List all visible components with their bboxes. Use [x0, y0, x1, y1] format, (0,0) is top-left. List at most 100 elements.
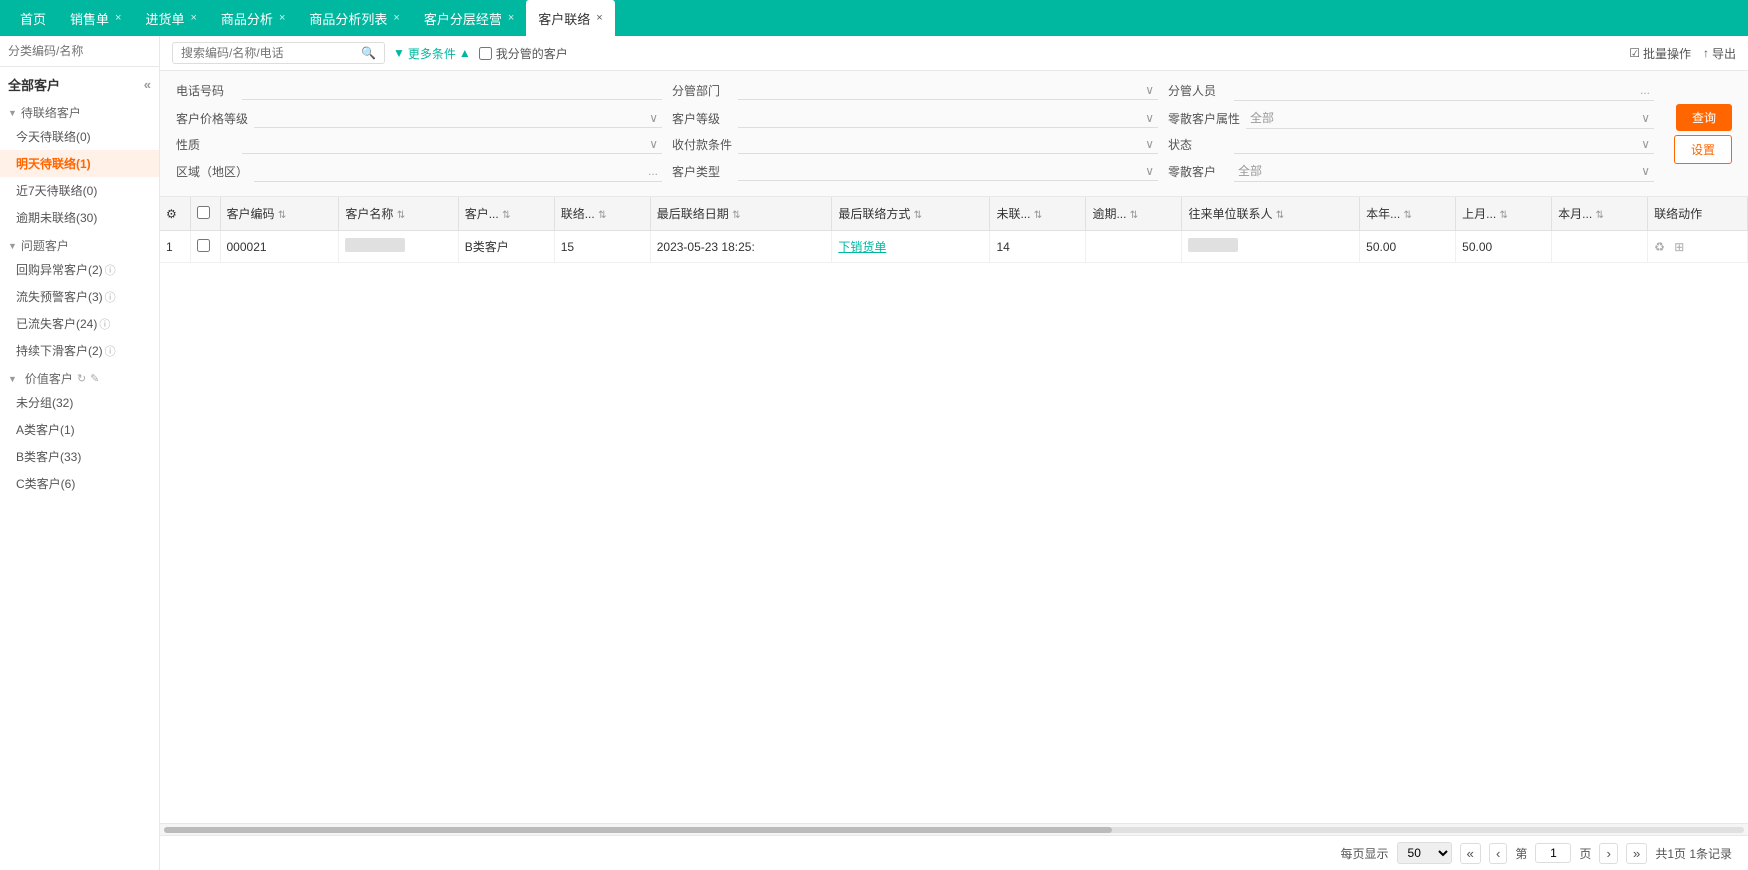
sort-year-icon[interactable]: ⇅: [1404, 210, 1412, 221]
sort-name-icon[interactable]: ⇅: [397, 210, 405, 221]
filter-payment: 收付款条件 ∨: [672, 135, 1168, 154]
search-input[interactable]: [181, 46, 361, 60]
sidebar-item-churned[interactable]: 已流失客户(24) ⓘ: [0, 310, 159, 337]
sort-type-icon[interactable]: ⇅: [502, 210, 510, 221]
batch-icon: ☑: [1629, 46, 1640, 60]
group-value-customers: 价值客户 ↻ ✎: [0, 364, 159, 389]
sidebar-item-ungrouped[interactable]: 未分组(32): [0, 389, 159, 416]
sort-unit-icon[interactable]: ⇅: [1276, 210, 1284, 221]
filter-region-select[interactable]: ...: [254, 160, 662, 182]
page-label: 第: [1515, 845, 1527, 862]
edit-icon[interactable]: ✎: [90, 372, 99, 385]
filter-price-level-select[interactable]: ∨: [254, 109, 662, 128]
settings-button[interactable]: 设置: [1674, 135, 1732, 164]
nav-home[interactable]: 首页: [8, 0, 58, 36]
export-button[interactable]: ↑ 导出: [1703, 45, 1736, 62]
sidebar-item-overdue[interactable]: 逾期未联络(30): [0, 204, 159, 231]
close-purchase-icon[interactable]: ×: [190, 12, 196, 24]
filter-nature-select[interactable]: ∨: [242, 135, 662, 154]
filter-phone-input[interactable]: [242, 81, 662, 100]
sidebar-item-tomorrow[interactable]: 明天待联络(1): [0, 150, 159, 177]
col-settings[interactable]: ⚙: [160, 197, 190, 231]
select-all-checkbox[interactable]: [197, 206, 210, 219]
close-product-analysis-icon[interactable]: ×: [279, 12, 285, 24]
col-code: 客户编码 ⇅: [220, 197, 339, 231]
sidebar-item-churn-warning[interactable]: 流失预警客户(3) ⓘ: [0, 283, 159, 310]
sort-contact-icon[interactable]: ⇅: [598, 210, 606, 221]
last-page-button[interactable]: »: [1626, 843, 1647, 864]
sidebar-item-declining[interactable]: 持续下滑客户(2) ⓘ: [0, 337, 159, 364]
sort-month-icon[interactable]: ⇅: [1596, 210, 1604, 221]
info-icon-2: ⓘ: [105, 289, 116, 305]
sort-uncontacted-icon[interactable]: ⇅: [1034, 210, 1042, 221]
filter-customer-type-select[interactable]: ∨: [738, 162, 1158, 181]
nav-customer-contact[interactable]: 客户联络 ×: [526, 0, 614, 36]
sort-method-icon[interactable]: ⇅: [914, 210, 922, 221]
filter-status-select[interactable]: ∨: [1234, 135, 1654, 154]
filter-retail-attr-select[interactable]: 全部 ∨: [1246, 107, 1654, 129]
cell-year: 50.00: [1360, 231, 1456, 263]
filter-person-select[interactable]: ...: [1234, 79, 1654, 101]
sort-code-icon[interactable]: ⇅: [278, 210, 286, 221]
table-row: 1 000021 B类客户 15 2023-05-23 18:25: 下销货单 …: [160, 231, 1748, 263]
filter-icon: ▼: [393, 46, 405, 60]
sidebar-item-c-class[interactable]: C类客户(6): [0, 470, 159, 497]
cell-last-date: 2023-05-23 18:25:: [650, 231, 832, 263]
filter-customer-level-select[interactable]: ∨: [738, 109, 1158, 128]
ellipsis-icon-2: ...: [648, 164, 658, 178]
next-page-button[interactable]: ›: [1599, 843, 1617, 864]
sidebar-search-input[interactable]: [8, 44, 160, 58]
nav-purchase[interactable]: 进货单 ×: [133, 0, 208, 36]
refresh-icon[interactable]: ↻: [77, 372, 86, 385]
filter-retail-select[interactable]: 全部 ∨: [1234, 160, 1654, 182]
cell-uncontacted: 14: [990, 231, 1086, 263]
prev-page-button[interactable]: ‹: [1489, 843, 1507, 864]
nav-sales[interactable]: 销售单 ×: [58, 0, 133, 36]
query-button[interactable]: 查询: [1676, 104, 1732, 131]
filter-payment-select[interactable]: ∨: [738, 135, 1158, 154]
row-checkbox[interactable]: [197, 239, 210, 252]
col-last-date: 最后联络日期 ⇅: [650, 197, 832, 231]
sidebar-item-a-class[interactable]: A类客户(1): [0, 416, 159, 443]
action-icon-1[interactable]: ♻: [1654, 240, 1665, 254]
close-customer-contact-icon[interactable]: ×: [596, 12, 602, 24]
sort-overdue-icon[interactable]: ⇅: [1130, 210, 1138, 221]
sidebar-item-repurchase-abnormal[interactable]: 回购异常客户(2) ⓘ: [0, 256, 159, 283]
close-customer-tier-icon[interactable]: ×: [508, 12, 514, 24]
cell-contact-count: 15: [554, 231, 650, 263]
nav-customer-tier[interactable]: 客户分层经营 ×: [412, 0, 526, 36]
action-icon-2[interactable]: ⊞: [1674, 240, 1684, 254]
filter-dept-select[interactable]: ∨: [738, 81, 1158, 100]
filter-phone: 电话号码: [176, 81, 672, 100]
filter-row-4: 区域（地区） ... 客户类型 ∨: [176, 160, 1664, 182]
more-filter-button[interactable]: ▼ 更多条件 ▲: [393, 45, 471, 62]
col-contact-count: 联络... ⇅: [554, 197, 650, 231]
cell-code: 000021: [220, 231, 339, 263]
sidebar-item-b-class[interactable]: B类客户(33): [0, 443, 159, 470]
search-icon[interactable]: 🔍: [361, 46, 376, 60]
sidebar-item-today[interactable]: 今天待联络(0): [0, 123, 159, 150]
last-method-link[interactable]: 下销货单: [838, 240, 886, 254]
nav-product-list[interactable]: 商品分析列表 ×: [297, 0, 411, 36]
sort-last-month-icon[interactable]: ⇅: [1500, 210, 1508, 221]
per-page-select[interactable]: 50 100 200: [1397, 842, 1452, 864]
scrollbar-track: [164, 827, 1744, 833]
total-label: 共1页 1条记录: [1655, 845, 1732, 862]
cell-checkbox[interactable]: [190, 231, 220, 263]
nav-product-analysis[interactable]: 商品分析 ×: [209, 0, 297, 36]
horizontal-scrollbar[interactable]: [160, 823, 1748, 835]
first-page-button[interactable]: «: [1460, 843, 1481, 864]
col-uncontacted: 未联... ⇅: [990, 197, 1086, 231]
col-last-method: 最后联络方式 ⇅: [832, 197, 990, 231]
batch-operation-button[interactable]: ☑ 批量操作: [1629, 45, 1691, 62]
close-product-list-icon[interactable]: ×: [393, 12, 399, 24]
collapse-icon[interactable]: «: [144, 77, 151, 92]
page-input[interactable]: [1535, 843, 1571, 863]
scrollbar-thumb[interactable]: [164, 827, 1112, 833]
sidebar-item-7days[interactable]: 近7天待联络(0): [0, 177, 159, 204]
col-checkbox[interactable]: [190, 197, 220, 231]
close-sales-icon[interactable]: ×: [115, 12, 121, 24]
my-customers-checkbox[interactable]: [479, 47, 492, 60]
sort-date-icon[interactable]: ⇅: [732, 210, 740, 221]
filter-status: 状态 ∨: [1168, 135, 1664, 154]
